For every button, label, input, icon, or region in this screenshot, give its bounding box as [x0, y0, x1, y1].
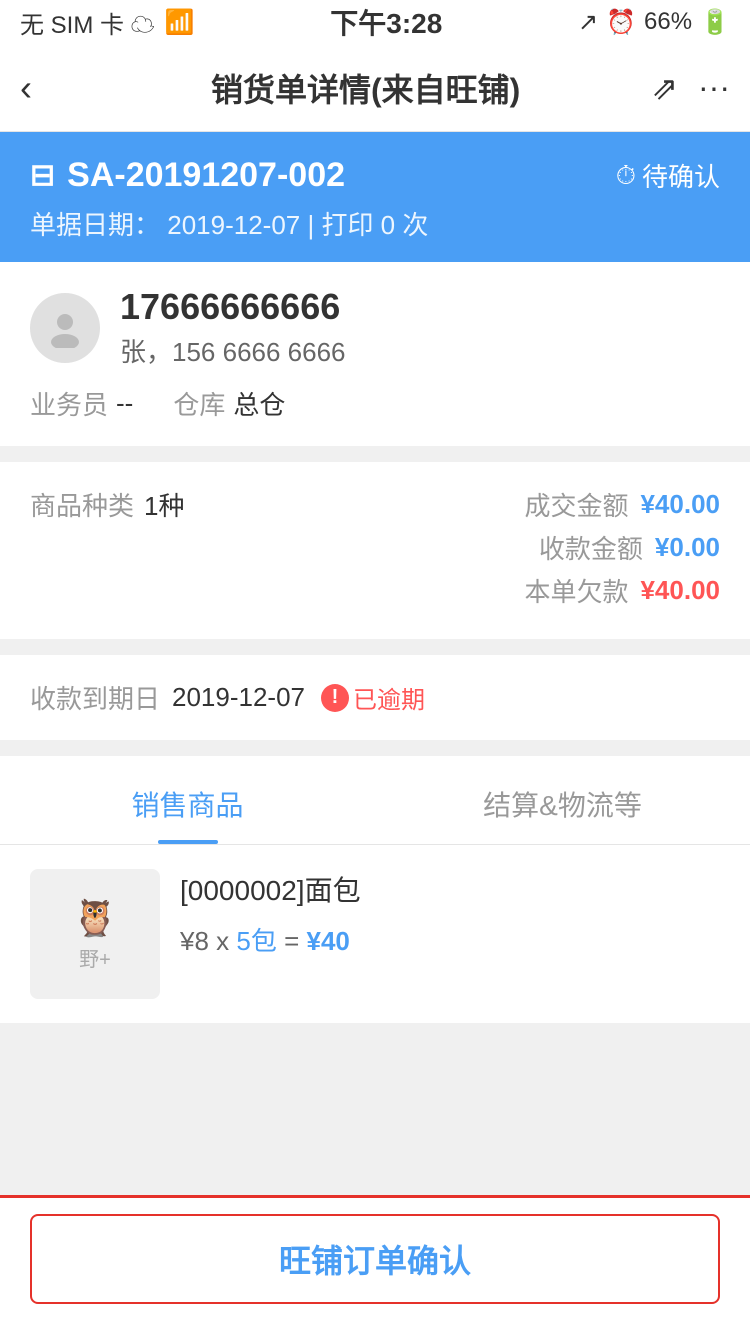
- customer-name: 张，156 6666 6666: [120, 332, 346, 369]
- share-icon[interactable]: ⇗: [651, 69, 678, 107]
- status-clock-icon: ⏱: [616, 160, 636, 192]
- more-icon[interactable]: ···: [698, 69, 730, 106]
- product-name: [0000002]面包: [180, 869, 720, 909]
- location-icon: ↗: [578, 8, 598, 37]
- salesperson-label: 业务员: [30, 385, 108, 422]
- amount-value: ¥40.00: [640, 489, 720, 520]
- product-image: 🦉 野+: [30, 869, 160, 999]
- tabs-section: 销售商品 结算&物流等: [0, 756, 750, 845]
- warehouse-label: 仓库: [173, 385, 225, 422]
- summary-section: 商品种类 1种 成交金额 ¥40.00 收款金额 ¥0.00 本单欠款 ¥40.…: [0, 462, 750, 639]
- order-status: ⏱ 待确认: [616, 157, 720, 194]
- product-info: [0000002]面包 ¥8 x 5包 = ¥40: [180, 869, 720, 958]
- customer-phone: 17666666666: [120, 286, 346, 328]
- back-button[interactable]: ‹: [20, 67, 80, 109]
- status-text: 待确认: [642, 157, 720, 194]
- overdue-text: 已逾期: [353, 680, 425, 715]
- wifi-icon: 📶: [165, 8, 195, 37]
- bottom-bar: 旺铺订单确认: [0, 1195, 750, 1334]
- alarm-icon: ⏰: [606, 8, 636, 37]
- tab-products[interactable]: 销售商品: [0, 756, 375, 844]
- page-title: 销货单详情(来自旺铺): [211, 65, 520, 111]
- price-unit: ¥8: [180, 926, 209, 956]
- confirm-order-button[interactable]: 旺铺订单确认: [30, 1214, 720, 1304]
- status-right: ↗ ⏰ 66% 🔋: [578, 8, 730, 37]
- overdue-badge: ! 已逾期: [321, 680, 425, 715]
- salesperson-value: --: [116, 388, 133, 419]
- order-number-value: SA-20191207-002: [67, 156, 345, 195]
- owed-value: ¥40.00: [640, 575, 720, 606]
- order-date: 单据日期： 2019-12-07 | 打印 0 次: [30, 205, 720, 242]
- status-left: 无 SIM 卡 ☁ 📶: [20, 5, 195, 40]
- status-time: 下午3:28: [330, 2, 442, 42]
- due-date-section: 收款到期日 2019-12-07 ! 已逾期: [0, 655, 750, 740]
- quantity: 5包: [236, 926, 276, 956]
- total-price: ¥40: [307, 926, 350, 956]
- overdue-icon: !: [321, 684, 349, 712]
- product-kind-value: 1种: [144, 486, 184, 523]
- owed-label: 本单欠款: [524, 572, 628, 609]
- order-number: ⊟ SA-20191207-002: [30, 156, 345, 195]
- header-card: ⊟ SA-20191207-002 ⏱ 待确认 单据日期： 2019-12-07…: [0, 132, 750, 262]
- product-kind: 商品种类 1种: [30, 486, 184, 523]
- avatar: [30, 293, 100, 363]
- equals: =: [284, 926, 299, 956]
- received-label: 收款金额: [539, 529, 643, 566]
- amount-label: 成交金额: [524, 486, 628, 523]
- salesperson-info: 业务员 --: [30, 385, 133, 422]
- battery-status: 66%: [644, 8, 692, 36]
- product-logo: 野+: [73, 943, 118, 972]
- tab-settlement[interactable]: 结算&物流等: [375, 756, 750, 844]
- warehouse-value: 总仓: [233, 385, 285, 422]
- customer-section: 17666666666 张，156 6666 6666 业务员 -- 仓库 总仓: [0, 262, 750, 446]
- product-kind-label: 商品种类: [30, 486, 134, 523]
- warehouse-info: 仓库 总仓: [173, 385, 285, 422]
- due-date-label: 收款到期日: [30, 679, 160, 716]
- battery-icon: 🔋: [700, 8, 730, 37]
- status-bar: 无 SIM 卡 ☁ 📶 下午3:28 ↗ ⏰ 66% 🔋: [0, 0, 750, 44]
- sim-status: 无 SIM 卡 ☁: [20, 5, 155, 40]
- nav-actions: ⇗ ···: [651, 69, 730, 107]
- product-price: ¥8 x 5包 = ¥40: [180, 921, 720, 958]
- product-section: 🦉 野+ [0000002]面包 ¥8 x 5包 = ¥40: [0, 845, 750, 1023]
- order-icon: ⊟: [30, 158, 55, 193]
- multiply-x: x: [216, 926, 229, 956]
- bottom-spacer: [0, 1023, 750, 1183]
- due-date-value: 2019-12-07: [172, 682, 305, 713]
- received-value: ¥0.00: [655, 532, 720, 563]
- nav-bar: ‹ 销货单详情(来自旺铺) ⇗ ···: [0, 44, 750, 132]
- amount-summary: 成交金额 ¥40.00 收款金额 ¥0.00 本单欠款 ¥40.00: [524, 486, 720, 615]
